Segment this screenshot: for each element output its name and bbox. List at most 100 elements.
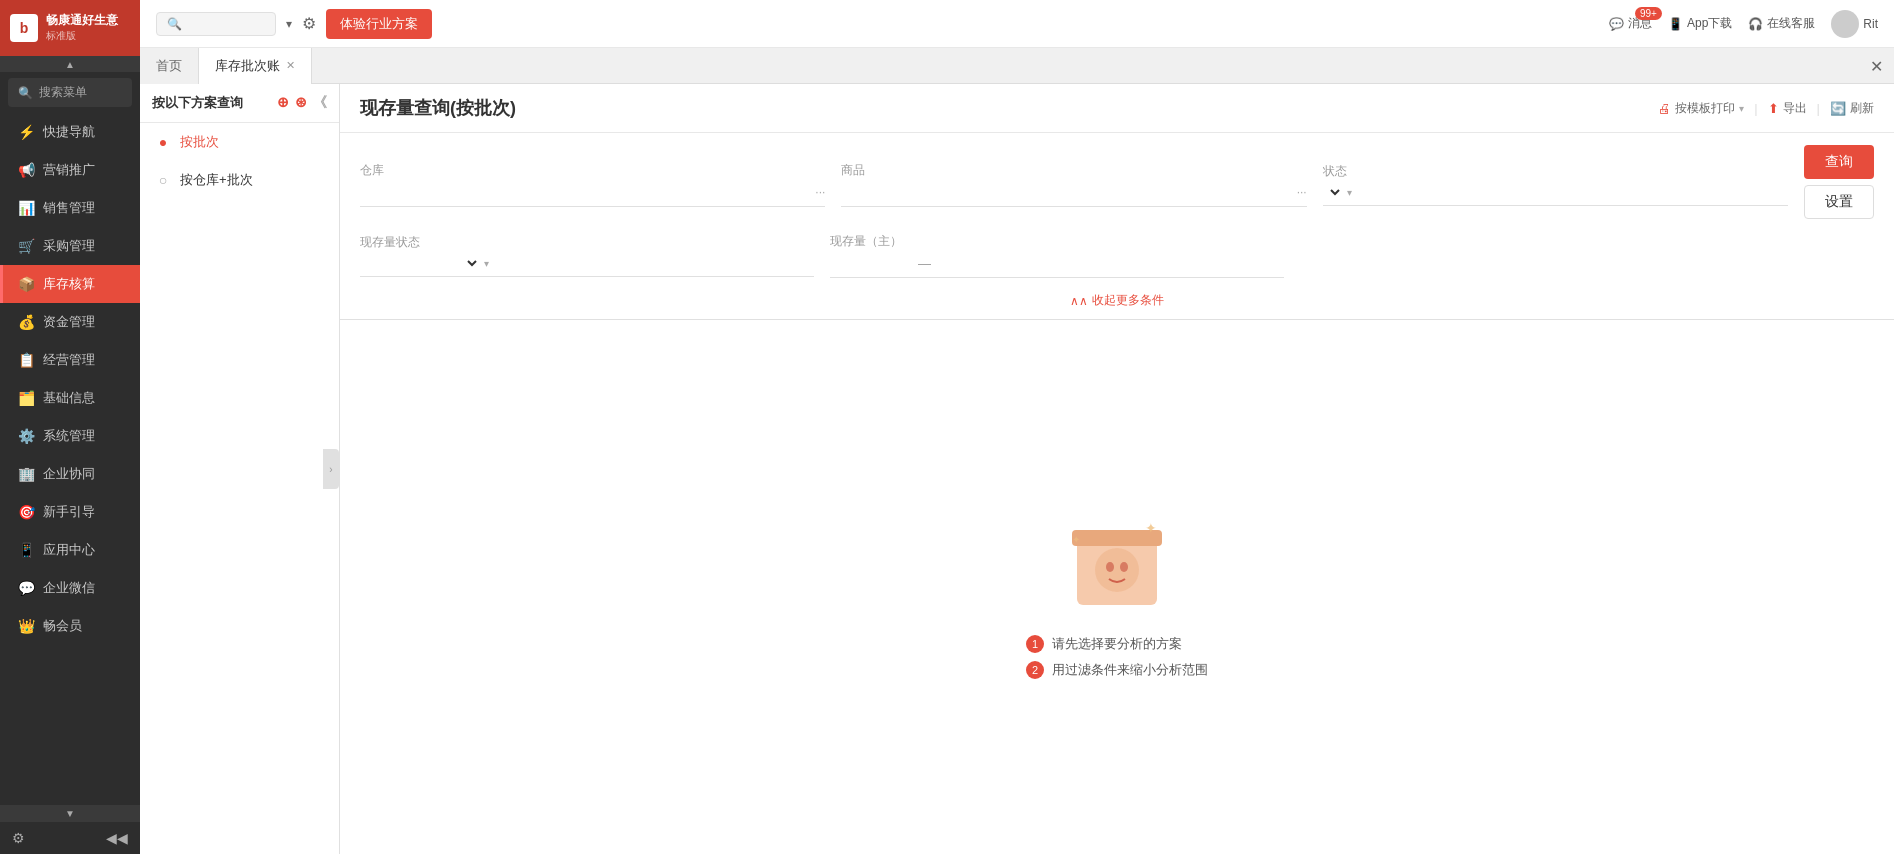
topbar-gear-icon[interactable]: ⚙ [302,14,316,33]
sidebar-scroll-down[interactable]: ▼ [0,805,140,821]
sidebar-item-finance[interactable]: 💰 资金管理 [0,303,140,341]
print-dropdown-icon[interactable]: ▾ [1739,103,1744,114]
wechat-label: 企业微信 [43,579,95,597]
hint-text-2: 用过滤条件来缩小分析范围 [1052,661,1208,679]
sidebar-item-enterprise[interactable]: 🏢 企业协同 [0,455,140,493]
product-input[interactable] [841,183,1296,202]
inventory-qty-input-from[interactable] [830,254,910,273]
product-input-wrapper: ··· [841,183,1306,207]
topbar-search-icon: 🔍 [167,17,182,31]
tab-inventory-batch[interactable]: 库存批次账 ✕ [199,48,312,84]
main-area: 🔍 ▾ ⚙ 体验行业方案 💬 消息 99+ 📱 App下载 🎧 在线客服 [140,0,1894,854]
scheme-item-by-warehouse-batch[interactable]: ○ 按仓库+批次 [140,161,339,199]
marketing-icon: 📢 [17,161,35,179]
filter-inventory-status: 现存量状态 ▾ [360,234,814,277]
newbie-label: 新手引导 [43,503,95,521]
warehouse-more-btn[interactable]: ··· [815,185,825,199]
inventory-icon: 📦 [17,275,35,293]
sidebar-header: b 畅康通好生意 标准版 [0,0,140,56]
app-center-label: 应用中心 [43,541,95,559]
empty-svg: ✦ ✦ [1057,495,1177,615]
sidebar-search-btn[interactable]: 🔍 搜索菜单 [8,78,132,107]
purchase-label: 采购管理 [43,237,95,255]
sidebar-item-newbie[interactable]: 🎯 新手引导 [0,493,140,531]
tab-close-icon[interactable]: ✕ [286,59,295,72]
topbar-left: 🔍 ▾ ⚙ 体验行业方案 [156,9,1597,39]
scheme-item-by-batch[interactable]: ● 按批次 [140,123,339,161]
quick-nav-label: 快捷导航 [43,123,95,141]
collapse-left-icon[interactable]: 《 [313,94,327,112]
settings-btn[interactable]: 设置 [1804,185,1874,219]
inventory-label: 库存核算 [43,275,95,293]
page-title: 现存量查询(按批次) [360,96,516,120]
settings-gear-icon[interactable]: ⚙ [12,830,25,846]
status-select-wrapper: ▾ [1323,184,1788,206]
topbar-search-box[interactable]: 🔍 [156,12,276,36]
sidebar-item-sales[interactable]: 📊 销售管理 [0,189,140,227]
filter-collapse-btn[interactable]: ∧∧ 收起更多条件 [360,288,1874,313]
user-avatar-btn[interactable]: Rit [1831,10,1878,38]
search-icon: 🔍 [18,86,33,100]
left-panel: 按以下方案查询 ⊕ ⊛ 《 ● 按批次 ○ 按仓库+批次 › [140,84,340,854]
sidebar-scroll-up[interactable]: ▲ [0,56,140,72]
status-select[interactable] [1323,184,1343,201]
sales-label: 销售管理 [43,199,95,217]
sidebar-item-inventory[interactable]: 📦 库存核算 [0,265,140,303]
sidebar-item-basic[interactable]: 🗂️ 基础信息 [0,379,140,417]
inventory-status-label: 现存量状态 [360,234,814,251]
sidebar-item-wechat[interactable]: 💬 企业微信 [0,569,140,607]
topbar-dropdown-icon[interactable]: ▾ [286,17,292,31]
empty-hints: 1 请先选择要分析的方案 2 用过滤条件来缩小分析范围 [1026,635,1208,679]
right-content: 现存量查询(按批次) 🖨 按模板打印 ▾ | ⬆ 导出 | 🔄 [340,84,1894,854]
svg-point-4 [1120,562,1128,572]
empty-illustration: ✦ ✦ [1057,495,1177,615]
download-icon: 📱 [1668,17,1683,31]
sidebar-item-marketing[interactable]: 📢 营销推广 [0,151,140,189]
sidebar-collapse-icon[interactable]: ◀◀ [106,830,128,846]
export-btn[interactable]: ⬆ 导出 [1768,100,1807,117]
collapse-label: 收起更多条件 [1092,292,1164,309]
empty-hint-1: 1 请先选择要分析的方案 [1026,635,1208,653]
settings-scheme-icon[interactable]: ⊛ [295,94,307,112]
sales-icon: 📊 [17,199,35,217]
left-panel-header: 按以下方案查询 ⊕ ⊛ 《 [140,84,339,123]
sidebar-item-member[interactable]: 👑 畅会员 [0,607,140,645]
inventory-qty-input-to[interactable] [939,254,1019,273]
warehouse-input[interactable] [360,183,815,202]
by-batch-icon: ● [154,133,172,151]
messages-btn[interactable]: 💬 消息 99+ [1609,15,1652,32]
sidebar-item-app-center[interactable]: 📱 应用中心 [0,531,140,569]
tab-home-label: 首页 [156,57,182,75]
finance-label: 资金管理 [43,313,95,331]
by-batch-label: 按批次 [180,133,219,151]
sidebar-item-purchase[interactable]: 🛒 采购管理 [0,227,140,265]
sidebar-item-operation[interactable]: 📋 经营管理 [0,341,140,379]
app-center-icon: 📱 [17,541,35,559]
query-btn[interactable]: 查询 [1804,145,1874,179]
tab-home[interactable]: 首页 [140,48,199,84]
inventory-qty-label: 现存量（主） [830,233,1284,250]
company-name: 畅康通好生意 [46,13,118,29]
svg-text:✦: ✦ [1072,534,1080,545]
divider-1: | [1754,101,1757,116]
online-service-label: 在线客服 [1767,15,1815,32]
print-template-btn[interactable]: 🖨 按模板打印 ▾ [1658,100,1744,117]
svg-point-2 [1095,548,1139,592]
experience-btn[interactable]: 体验行业方案 [326,9,432,39]
left-panel-collapse-handle[interactable]: › [323,449,339,489]
system-icon: ⚙️ [17,427,35,445]
operation-icon: 📋 [17,351,35,369]
sidebar-item-system[interactable]: ⚙️ 系统管理 [0,417,140,455]
tabbar-close-btn[interactable]: ✕ [1858,48,1894,84]
filter-product: 商品 ··· [841,162,1306,207]
inventory-status-select[interactable] [360,255,480,272]
sidebar-item-quick-nav[interactable]: ⚡ 快捷导航 [0,113,140,151]
tabbar: 首页 库存批次账 ✕ ✕ [140,48,1894,84]
app-download-btn[interactable]: 📱 App下载 [1668,15,1732,32]
product-more-btn[interactable]: ··· [1297,185,1307,199]
add-scheme-icon[interactable]: ⊕ [277,94,289,112]
refresh-btn[interactable]: 🔄 刷新 [1830,100,1874,117]
online-service-btn[interactable]: 🎧 在线客服 [1748,15,1815,32]
inventory-qty-wrapper: — [830,254,1284,278]
sidebar-nav: ⚡ 快捷导航 📢 营销推广 📊 销售管理 🛒 采购管理 📦 库存核算 💰 资金管… [0,113,140,805]
